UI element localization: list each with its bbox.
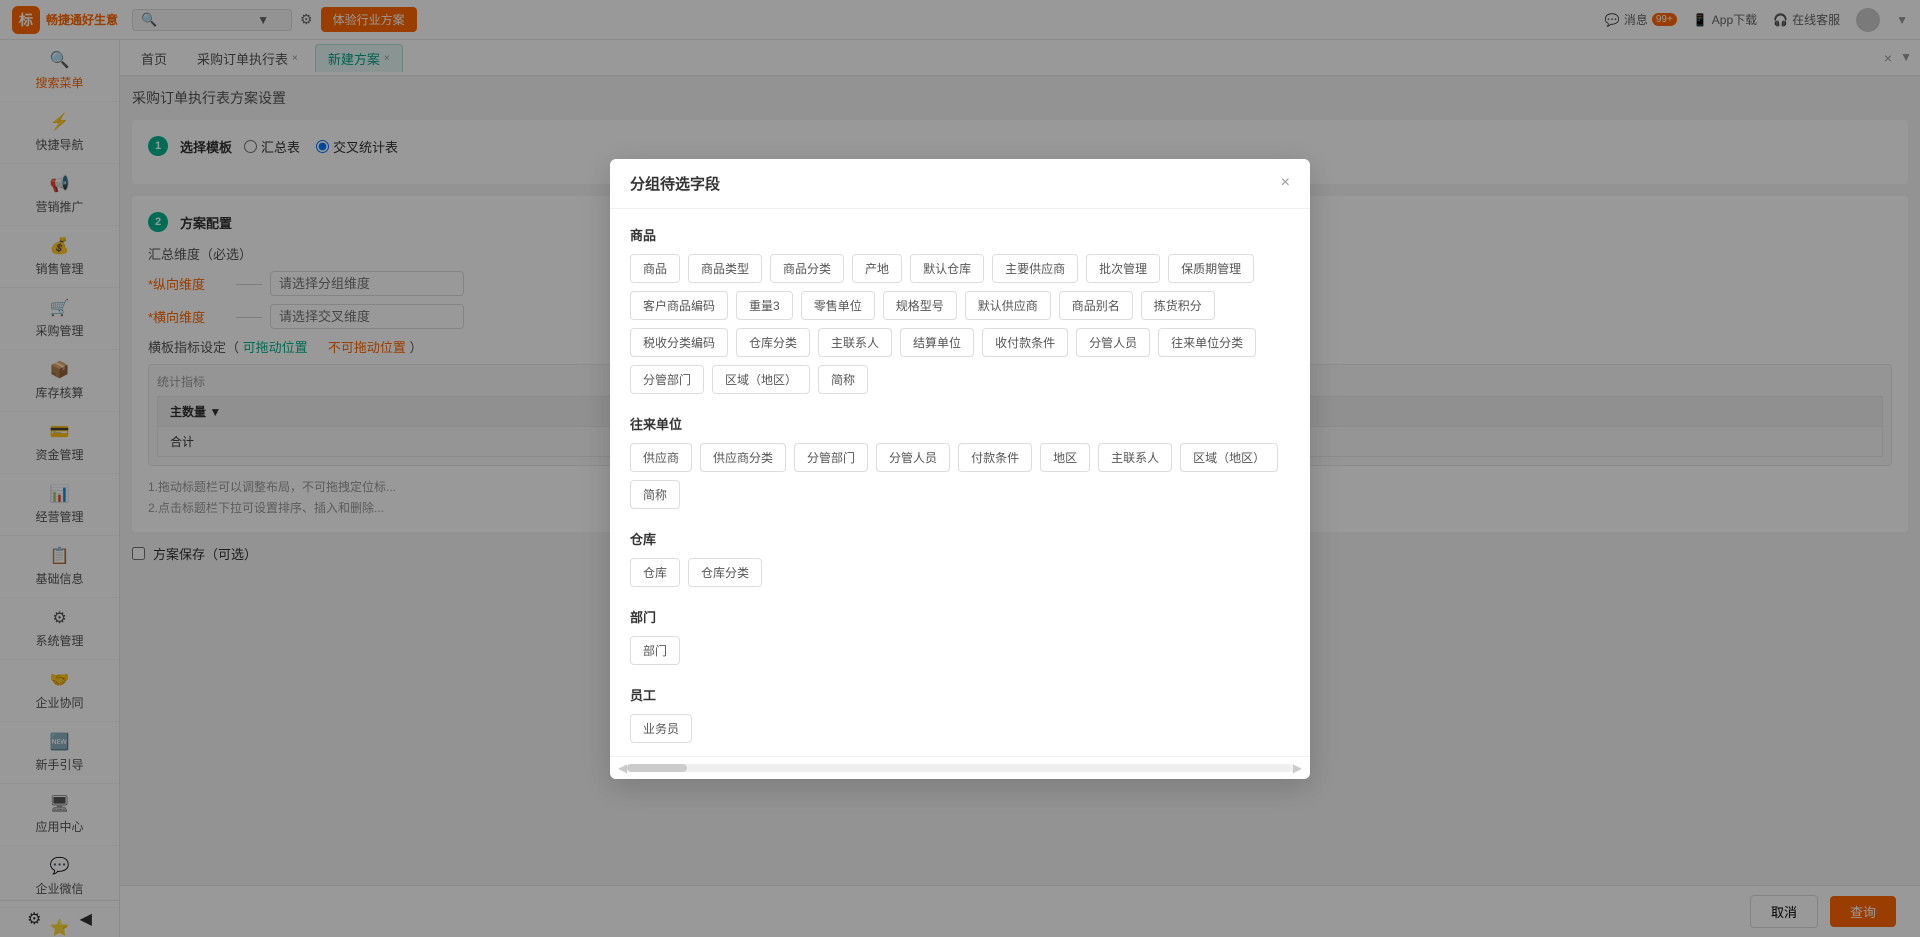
field-settle-unit[interactable]: 结算单位 (900, 328, 974, 357)
dept-field-grid: 部门 (630, 636, 1290, 665)
section-staff: 员工 业务员 (630, 685, 1290, 743)
field-region-partner[interactable]: 区域（地区） (1180, 443, 1278, 472)
field-default-warehouse[interactable]: 默认仓库 (910, 254, 984, 283)
field-warehouse-cat[interactable]: 仓库分类 (688, 558, 762, 587)
field-retail-unit[interactable]: 零售单位 (801, 291, 875, 320)
field-weight[interactable]: 重量3 (736, 291, 793, 320)
field-manager[interactable]: 分管人员 (1076, 328, 1150, 357)
field-main-contact[interactable]: 主联系人 (818, 328, 892, 357)
section-goods-title: 商品 (630, 225, 1290, 244)
hscroll-thumb[interactable] (627, 764, 687, 772)
field-area[interactable]: 地区 (1040, 443, 1090, 472)
field-payment-term[interactable]: 收付款条件 (982, 328, 1068, 357)
field-shortname-partner[interactable]: 简称 (630, 480, 680, 509)
modal-overlay: 分组待选字段 × 商品 商品 商品类型 商品分类 产地 默认仓库 主要供应商 批… (0, 0, 1920, 937)
field-goods-category[interactable]: 商品分类 (770, 254, 844, 283)
modal-header: 分组待选字段 × (610, 159, 1310, 209)
field-supplier[interactable]: 供应商 (630, 443, 692, 472)
field-partner-manager[interactable]: 分管人员 (876, 443, 950, 472)
field-partner-category[interactable]: 往来单位分类 (1158, 328, 1256, 357)
field-goods-type[interactable]: 商品类型 (688, 254, 762, 283)
field-manage-dept[interactable]: 分管部门 (630, 365, 704, 394)
field-spec[interactable]: 规格型号 (883, 291, 957, 320)
modal-hscroll[interactable]: ◀ ▶ (610, 756, 1310, 779)
field-staff[interactable]: 业务员 (630, 714, 692, 743)
goods-field-grid: 商品 商品类型 商品分类 产地 默认仓库 主要供应商 批次管理 保质期管理 客户… (630, 254, 1290, 394)
field-pick-points[interactable]: 拣货积分 (1141, 291, 1215, 320)
field-partner-dept[interactable]: 分管部门 (794, 443, 868, 472)
modal-close-btn[interactable]: × (1281, 174, 1290, 192)
section-warehouse-title: 仓库 (630, 529, 1290, 548)
field-region-goods[interactable]: 区域（地区） (712, 365, 810, 394)
field-payment-cond[interactable]: 付款条件 (958, 443, 1032, 472)
field-shortname-goods[interactable]: 简称 (818, 365, 868, 394)
section-dept-title: 部门 (630, 607, 1290, 626)
section-goods: 商品 商品 商品类型 商品分类 产地 默认仓库 主要供应商 批次管理 保质期管理… (630, 225, 1290, 394)
section-dept: 部门 部门 (630, 607, 1290, 665)
field-partner-contact[interactable]: 主联系人 (1098, 443, 1172, 472)
field-tax-code[interactable]: 税收分类编码 (630, 328, 728, 357)
field-shelf-life[interactable]: 保质期管理 (1168, 254, 1254, 283)
section-warehouse: 仓库 仓库 仓库分类 (630, 529, 1290, 587)
modal-body: 商品 商品 商品类型 商品分类 产地 默认仓库 主要供应商 批次管理 保质期管理… (610, 209, 1310, 756)
field-dept[interactable]: 部门 (630, 636, 680, 665)
section-partner-title: 往来单位 (630, 414, 1290, 433)
field-customer-code[interactable]: 客户商品编码 (630, 291, 728, 320)
section-partner: 往来单位 供应商 供应商分类 分管部门 分管人员 付款条件 地区 主联系人 区域… (630, 414, 1290, 509)
field-main-supplier[interactable]: 主要供应商 (992, 254, 1078, 283)
field-select-modal: 分组待选字段 × 商品 商品 商品类型 商品分类 产地 默认仓库 主要供应商 批… (610, 159, 1310, 779)
field-goods-alias[interactable]: 商品别名 (1059, 291, 1133, 320)
field-origin[interactable]: 产地 (852, 254, 902, 283)
field-goods[interactable]: 商品 (630, 254, 680, 283)
field-warehouse[interactable]: 仓库 (630, 558, 680, 587)
partner-field-grid: 供应商 供应商分类 分管部门 分管人员 付款条件 地区 主联系人 区域（地区） … (630, 443, 1290, 509)
field-batch[interactable]: 批次管理 (1086, 254, 1160, 283)
staff-field-grid: 业务员 (630, 714, 1290, 743)
field-supplier-cat[interactable]: 供应商分类 (700, 443, 786, 472)
hscroll-left-arrow[interactable]: ◀ (618, 761, 627, 775)
hscroll-right-arrow[interactable]: ▶ (1293, 761, 1302, 775)
section-staff-title: 员工 (630, 685, 1290, 704)
field-default-supplier[interactable]: 默认供应商 (965, 291, 1051, 320)
field-warehouse-category[interactable]: 仓库分类 (736, 328, 810, 357)
hscroll-track[interactable] (627, 764, 1293, 772)
warehouse-field-grid: 仓库 仓库分类 (630, 558, 1290, 587)
modal-title: 分组待选字段 (630, 173, 720, 194)
